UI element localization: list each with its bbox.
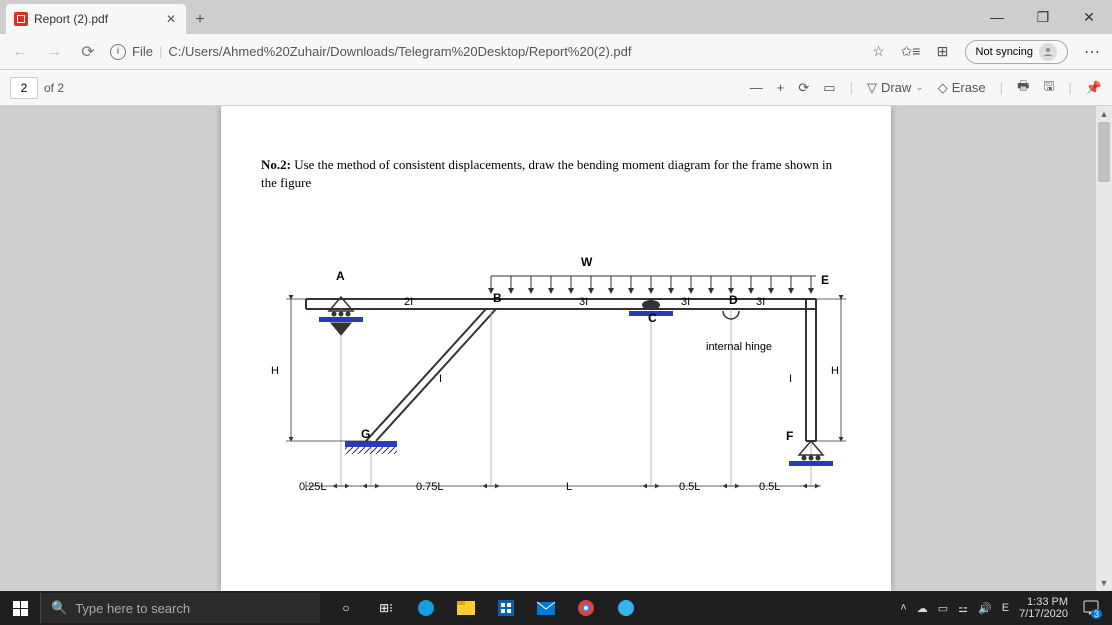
battery-icon[interactable]: ▭ xyxy=(938,602,948,615)
windows-icon xyxy=(13,601,28,616)
fit-page-button[interactable]: ▭ xyxy=(823,80,835,96)
info-icon[interactable]: i xyxy=(110,44,126,60)
taskbar-search[interactable]: 🔍 Type here to search xyxy=(40,593,320,623)
pdf-toolbar: of 2 — + ⟳ ▭ | ▽ Draw ⌄ ◇ Erase | 🖶 🖫 | … xyxy=(0,70,1112,106)
cortana-icon[interactable]: ○ xyxy=(326,591,366,625)
new-tab-button[interactable]: + xyxy=(186,6,214,34)
toolbar-right: ☆ ✩≡ ⊞ Not syncing ⋯ xyxy=(869,40,1104,64)
taskbar: 🔍 Type here to search ○ ⊞⁝ ˄ ☁ ▭ ⚍ 🔊 E 1… xyxy=(0,591,1112,625)
collections-icon[interactable]: ⊞ xyxy=(933,42,953,62)
chrome-icon[interactable] xyxy=(566,591,606,625)
volume-icon[interactable]: 🔊 xyxy=(978,602,992,615)
task-view-icon[interactable]: ⊞⁝ xyxy=(366,591,406,625)
eraser-icon: ◇ xyxy=(938,80,948,96)
print-button[interactable]: 🖶 xyxy=(1017,77,1029,99)
url-area[interactable]: i File | C:/Users/Ahmed%20Zuhair/Downloa… xyxy=(110,44,859,60)
highlighter-icon: ▽ xyxy=(867,80,877,96)
search-placeholder: Type here to search xyxy=(75,601,190,616)
refresh-button[interactable]: ⟳ xyxy=(76,40,100,64)
browser-tab[interactable]: Report (2).pdf ✕ xyxy=(6,4,186,34)
file-label: File xyxy=(132,44,153,59)
pdf-viewer[interactable]: No.2: Use the method of consistent displ… xyxy=(0,106,1112,591)
system-tray: ˄ ☁ ▭ ⚍ 🔊 E 1:33 PM 7/17/2020 3 xyxy=(892,595,1112,621)
close-button[interactable]: ✕ xyxy=(1066,0,1112,34)
forward-button[interactable]: → xyxy=(42,40,66,64)
page-input[interactable] xyxy=(10,77,38,99)
action-center-icon[interactable]: 3 xyxy=(1078,595,1104,621)
title-bar: Report (2).pdf ✕ + — ❐ ✕ xyxy=(0,0,1112,34)
sync-button[interactable]: Not syncing xyxy=(965,40,1068,64)
erase-button[interactable]: ◇ Erase xyxy=(938,80,986,96)
frame-diagram: A B C D E F G W H H 2I 3I 3I 3I I I inte… xyxy=(261,251,851,511)
scroll-thumb[interactable] xyxy=(1098,122,1110,182)
favorite-icon[interactable]: ☆ xyxy=(869,42,889,62)
zoom-in-button[interactable]: + xyxy=(777,80,785,95)
search-icon: 🔍 xyxy=(51,600,67,616)
pin-toolbar-button[interactable]: 📌 xyxy=(1086,80,1102,96)
tray-chevron-icon[interactable]: ˄ xyxy=(900,602,906,614)
scroll-up-button[interactable]: ▲ xyxy=(1096,106,1112,122)
language-indicator[interactable]: E xyxy=(1002,602,1009,614)
favorites-bar-icon[interactable]: ✩≡ xyxy=(901,42,921,62)
mail-icon[interactable] xyxy=(526,591,566,625)
maximize-button[interactable]: ❐ xyxy=(1020,0,1066,34)
profile-avatar-icon xyxy=(1039,43,1057,61)
task-icons: ○ ⊞⁝ xyxy=(326,591,646,625)
scroll-down-button[interactable]: ▼ xyxy=(1096,575,1112,591)
vertical-scrollbar[interactable]: ▲ ▼ xyxy=(1096,106,1112,591)
store-icon[interactable] xyxy=(486,591,526,625)
url-text: C:/Users/Ahmed%20Zuhair/Downloads/Telegr… xyxy=(168,44,631,59)
minimize-button[interactable]: — xyxy=(974,0,1020,34)
draw-button[interactable]: ▽ Draw ⌄ xyxy=(867,80,924,96)
start-button[interactable] xyxy=(0,591,40,625)
tab-title: Report (2).pdf xyxy=(34,12,158,26)
edge-icon[interactable] xyxy=(406,591,446,625)
zoom-out-button[interactable]: — xyxy=(750,80,763,95)
onedrive-icon[interactable]: ☁ xyxy=(917,602,928,615)
wifi-icon[interactable]: ⚍ xyxy=(958,602,968,615)
page-indicator: of 2 xyxy=(10,77,64,99)
problem-text: No.2: Use the method of consistent displ… xyxy=(261,156,851,191)
explorer-icon[interactable] xyxy=(446,591,486,625)
tab-close-icon[interactable]: ✕ xyxy=(164,12,178,26)
rotate-button[interactable]: ⟳ xyxy=(798,80,809,96)
address-bar: ← → ⟳ i File | C:/Users/Ahmed%20Zuhair/D… xyxy=(0,34,1112,70)
pdf-icon xyxy=(14,12,28,26)
pdf-page: No.2: Use the method of consistent displ… xyxy=(221,106,891,591)
pdf-tools: — + ⟳ ▭ | ▽ Draw ⌄ ◇ Erase | 🖶 🖫 | 📌 xyxy=(750,77,1102,99)
save-button[interactable]: 🖫 xyxy=(1043,77,1054,99)
clock[interactable]: 1:33 PM 7/17/2020 xyxy=(1019,596,1068,620)
back-button[interactable]: ← xyxy=(8,40,32,64)
chevron-down-icon: ⌄ xyxy=(915,82,923,93)
page-total: of 2 xyxy=(44,81,64,95)
edge-legacy-icon[interactable] xyxy=(606,591,646,625)
window-controls: — ❐ ✕ xyxy=(974,0,1112,34)
more-menu-button[interactable]: ⋯ xyxy=(1080,42,1104,62)
